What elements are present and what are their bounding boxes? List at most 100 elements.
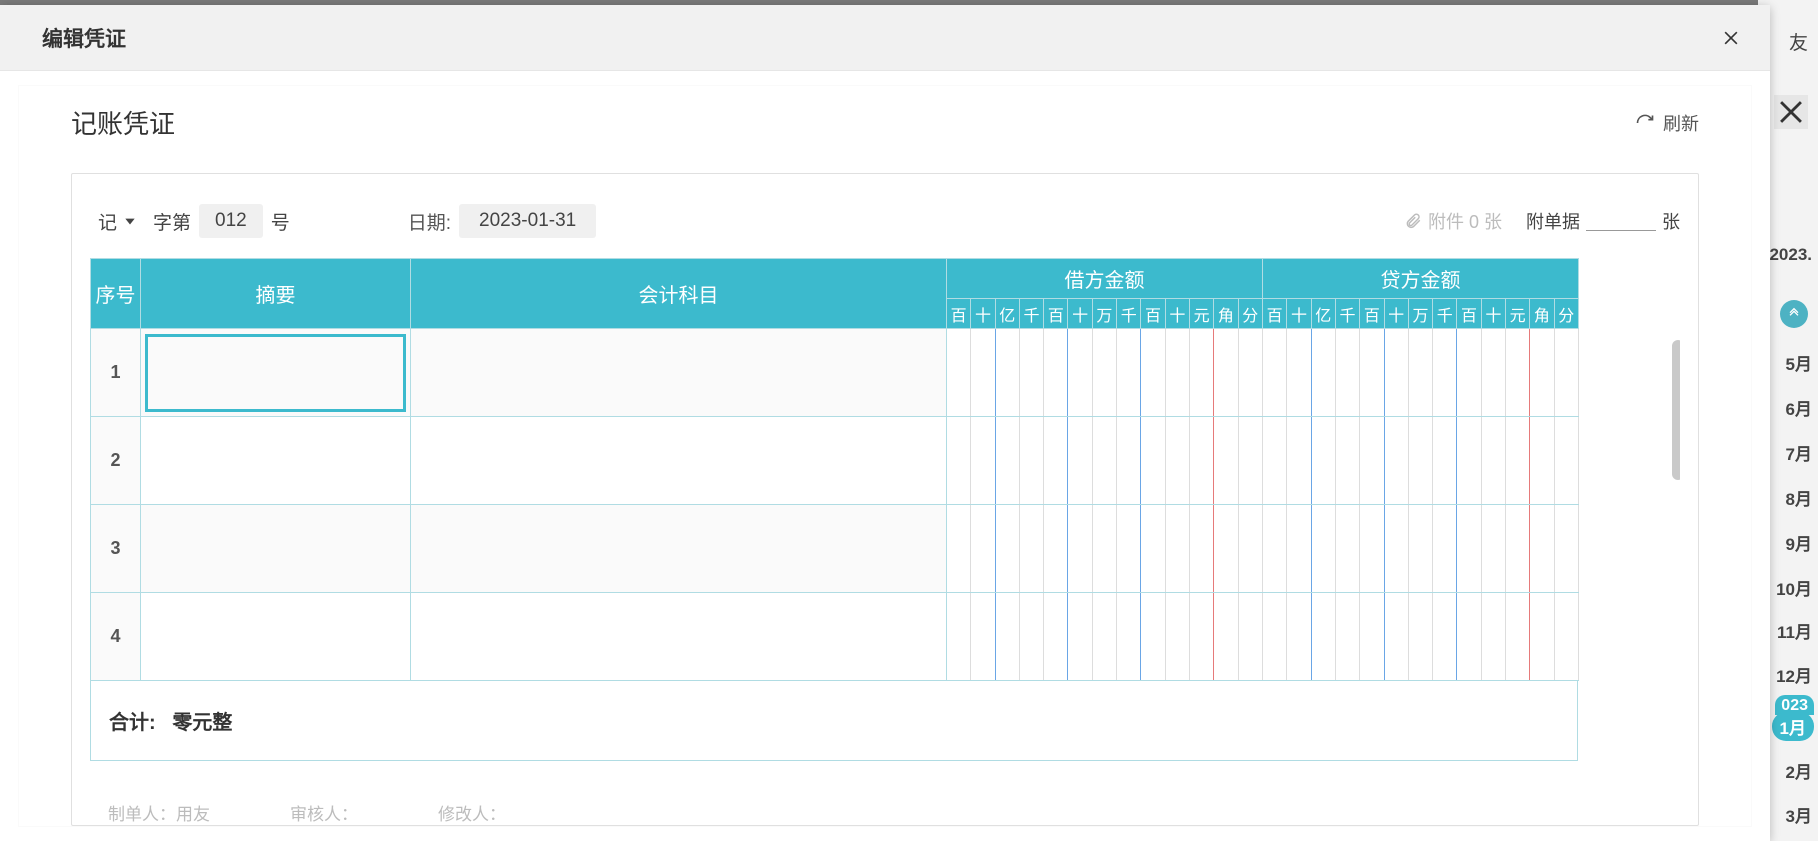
digit-cell[interactable] [1311,417,1335,505]
digit-cell[interactable] [1433,417,1457,505]
digit-cell[interactable] [1505,505,1529,593]
digit-cell[interactable] [947,417,971,505]
digit-cell[interactable] [1019,329,1043,417]
digit-cell[interactable] [1068,593,1092,681]
digit-cell[interactable] [1530,593,1554,681]
digit-cell[interactable] [995,593,1019,681]
digit-cell[interactable] [1457,417,1481,505]
digit-cell[interactable] [1165,329,1189,417]
digit-cell[interactable] [1117,329,1141,417]
digit-cell[interactable] [1554,417,1578,505]
summary-cell[interactable] [141,329,411,417]
month-5[interactable]: 5月 [1786,350,1812,375]
digit-cell[interactable] [1360,593,1384,681]
digit-cell[interactable] [1554,593,1578,681]
summary-cell[interactable] [141,593,411,681]
digit-cell[interactable] [1214,329,1238,417]
digit-cell[interactable] [1019,505,1043,593]
digit-cell[interactable] [1335,593,1359,681]
digit-cell[interactable] [1117,505,1141,593]
month-7[interactable]: 7月 [1786,440,1812,465]
digit-cell[interactable] [1311,505,1335,593]
digit-cell[interactable] [1117,593,1141,681]
digit-cell[interactable] [1044,417,1068,505]
digit-cell[interactable] [971,417,995,505]
digit-cell[interactable] [1311,329,1335,417]
digit-cell[interactable] [1189,505,1213,593]
digit-cell[interactable] [1044,505,1068,593]
month-6[interactable]: 6月 [1786,395,1812,420]
digit-cell[interactable] [1214,417,1238,505]
digit-cell[interactable] [1238,329,1262,417]
account-cell[interactable] [411,417,947,505]
digit-cell[interactable] [1068,417,1092,505]
digit-cell[interactable] [1019,417,1043,505]
digit-cell[interactable] [1384,505,1408,593]
digit-cell[interactable] [1141,505,1165,593]
bg-close-button[interactable] [1774,95,1808,129]
month-8[interactable]: 8月 [1786,485,1812,510]
digit-cell[interactable] [1263,329,1287,417]
month-11[interactable]: 11月 [1777,618,1812,643]
digit-cell[interactable] [995,417,1019,505]
digit-cell[interactable] [1092,417,1116,505]
digit-cell[interactable] [1457,505,1481,593]
digit-cell[interactable] [995,505,1019,593]
month-10[interactable]: 10月 [1776,575,1812,600]
digit-cell[interactable] [1189,593,1213,681]
voucher-type-dropdown[interactable]: 记 [90,208,145,235]
digit-cell[interactable] [1360,329,1384,417]
date-input[interactable]: 2023-01-31 [459,204,596,238]
digit-cell[interactable] [1117,417,1141,505]
summary-cell[interactable] [141,505,411,593]
account-cell[interactable] [411,593,947,681]
digit-cell[interactable] [1189,417,1213,505]
attach-count-input[interactable] [1586,211,1656,231]
digit-cell[interactable] [1214,505,1238,593]
digit-cell[interactable] [1433,593,1457,681]
digit-cell[interactable] [1068,505,1092,593]
month-9[interactable]: 9月 [1786,530,1812,555]
close-icon[interactable] [1718,25,1744,51]
digit-cell[interactable] [1505,593,1529,681]
month-12[interactable]: 12月 [1776,662,1812,687]
digit-cell[interactable] [1165,417,1189,505]
digit-cell[interactable] [1481,593,1505,681]
account-cell[interactable] [411,505,947,593]
digit-cell[interactable] [1408,593,1432,681]
digit-cell[interactable] [971,505,995,593]
digit-cell[interactable] [1530,329,1554,417]
summary-input[interactable] [145,334,406,412]
refresh-button[interactable]: 刷新 [1635,110,1699,136]
digit-cell[interactable] [1481,505,1505,593]
digit-cell[interactable] [1019,593,1043,681]
month-3[interactable]: 3月 [1786,802,1812,827]
digit-cell[interactable] [1287,593,1311,681]
digit-cell[interactable] [1457,593,1481,681]
digit-cell[interactable] [1481,329,1505,417]
digit-cell[interactable] [1408,417,1432,505]
digit-cell[interactable] [1505,417,1529,505]
digit-cell[interactable] [1044,329,1068,417]
digit-cell[interactable] [1384,329,1408,417]
digit-cell[interactable] [1408,505,1432,593]
digit-cell[interactable] [1068,329,1092,417]
month-1-active[interactable]: 1月 [1772,712,1814,741]
scroll-top-icon[interactable] [1780,300,1808,328]
digit-cell[interactable] [1287,417,1311,505]
digit-cell[interactable] [947,593,971,681]
account-cell[interactable] [411,329,947,417]
digit-cell[interactable] [1141,417,1165,505]
summary-cell[interactable] [141,417,411,505]
digit-cell[interactable] [1141,593,1165,681]
digit-cell[interactable] [947,329,971,417]
digit-cell[interactable] [1092,329,1116,417]
digit-cell[interactable] [1092,593,1116,681]
digit-cell[interactable] [1044,593,1068,681]
digit-cell[interactable] [1554,329,1578,417]
digit-cell[interactable] [1238,417,1262,505]
digit-cell[interactable] [1530,417,1554,505]
month-2[interactable]: 2月 [1786,758,1812,783]
digit-cell[interactable] [1433,329,1457,417]
digit-cell[interactable] [1263,593,1287,681]
